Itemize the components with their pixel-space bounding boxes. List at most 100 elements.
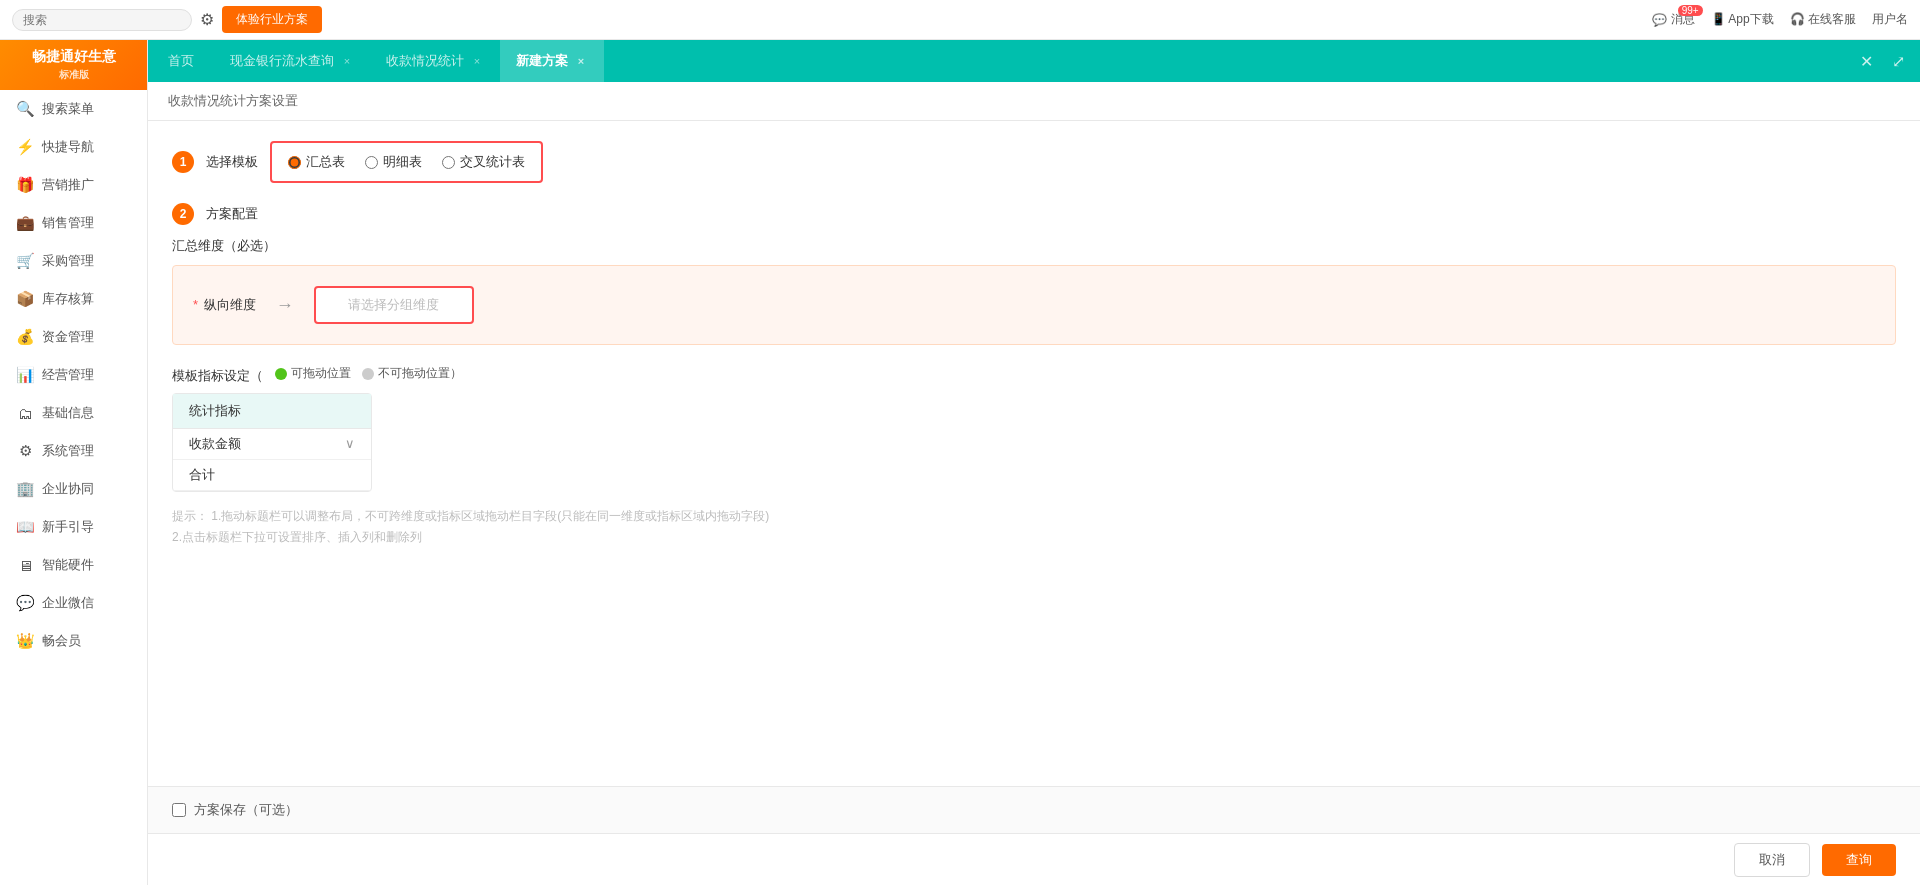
sidebar-item-finance[interactable]: 💰 资金管理: [0, 318, 147, 356]
stat-label: 统计指标: [189, 403, 241, 418]
unmovable-dot: [362, 368, 374, 380]
sidebar-item-basic-info[interactable]: 🗂 基础信息: [0, 394, 147, 432]
tab-home[interactable]: 首页: [148, 40, 214, 82]
tab-bar-actions: ✕ ⤢: [1852, 40, 1920, 82]
main-layout: 畅捷通好生意 标准版 🔍 搜索菜单 ⚡ 快捷导航 🎁 营销推广 💼 销售管理 🛒…: [0, 40, 1920, 885]
tab-new-plan-label: 新建方案: [516, 52, 568, 70]
step1-label: 选择模板: [206, 153, 258, 171]
sidebar-item-quick-nav[interactable]: ⚡ 快捷导航: [0, 128, 147, 166]
marketing-icon: 🎁: [16, 176, 34, 194]
industry-btn[interactable]: 体验行业方案: [222, 6, 322, 33]
tab-new-plan-close[interactable]: ×: [574, 54, 588, 68]
sidebar-label: 营销推广: [42, 176, 94, 194]
tab-home-label: 首页: [168, 52, 194, 70]
sidebar-label: 企业协同: [42, 480, 94, 498]
sidebar-label: 搜索菜单: [42, 100, 94, 118]
tab-maximize-icon[interactable]: ⤢: [1884, 47, 1912, 75]
tab-bank-flow[interactable]: 现金银行流水查询 ×: [214, 40, 370, 82]
sidebar-item-enterprise[interactable]: 🏢 企业协同: [0, 470, 147, 508]
sidebar-item-sales[interactable]: 💼 销售管理: [0, 204, 147, 242]
dim-placeholder: 请选择分组维度: [348, 297, 439, 312]
dimension-section: 汇总维度（必选） * 纵向维度 → 请选择分组维度: [172, 237, 1896, 345]
settings-icon[interactable]: ⚙: [200, 10, 214, 29]
metrics-header: 统计指标: [173, 394, 371, 429]
amount-col-label: 收款金额: [189, 435, 241, 453]
quick-nav-icon: ⚡: [16, 138, 34, 156]
cancel-button[interactable]: 取消: [1734, 843, 1810, 877]
member-icon: 👑: [16, 632, 34, 650]
template-selection: 汇总表 明细表 交叉统计表: [270, 141, 543, 183]
radio-cross[interactable]: 交叉统计表: [442, 153, 525, 171]
tab-close-window-icon[interactable]: ✕: [1852, 47, 1880, 75]
sidebar-item-operations[interactable]: 📊 经营管理: [0, 356, 147, 394]
hint-row-1: 提示： 1.拖动标题栏可以调整布局，不可跨维度或指标区域拖动栏目字段(只能在同一…: [172, 508, 1896, 525]
tab-collection-stat-label: 收款情况统计: [386, 52, 464, 70]
page-breadcrumb: 收款情况统计方案设置: [148, 82, 1920, 121]
guide-icon: 📖: [16, 518, 34, 536]
sidebar-item-member[interactable]: 👑 畅会员: [0, 622, 147, 660]
dimension-title: 汇总维度（必选）: [172, 237, 1896, 255]
radio-summary[interactable]: 汇总表: [288, 153, 345, 171]
step2-label: 方案配置: [206, 205, 258, 223]
sidebar-item-purchase[interactable]: 🛒 采购管理: [0, 242, 147, 280]
sidebar-label: 系统管理: [42, 442, 94, 460]
hint-row-2: 2.点击标题栏下拉可设置排序、插入列和删除列: [172, 529, 1896, 546]
radio-summary-input[interactable]: [288, 156, 301, 169]
download-area[interactable]: 📱 App下载: [1711, 11, 1774, 28]
tab-collection-stat-close[interactable]: ×: [470, 54, 484, 68]
radio-group: 汇总表 明细表 交叉统计表: [288, 153, 525, 171]
movable-label: 可拖动位置: [291, 365, 351, 382]
tab-bank-flow-close[interactable]: ×: [340, 54, 354, 68]
sidebar: 畅捷通好生意 标准版 🔍 搜索菜单 ⚡ 快捷导航 🎁 营销推广 💼 销售管理 🛒…: [0, 40, 148, 885]
radio-summary-label: 汇总表: [306, 153, 345, 171]
tab-collection-stat[interactable]: 收款情况统计 ×: [370, 40, 500, 82]
query-button[interactable]: 查询: [1822, 844, 1896, 876]
sales-icon: 💼: [16, 214, 34, 232]
sidebar-label: 资金管理: [42, 328, 94, 346]
top-bar-left: ⚙ 体验行业方案: [12, 6, 322, 33]
purchase-icon: 🛒: [16, 252, 34, 270]
sidebar-item-wechat[interactable]: 💬 企业微信: [0, 584, 147, 622]
tab-new-plan[interactable]: 新建方案 ×: [500, 40, 604, 82]
sidebar-label: 畅会员: [42, 632, 81, 650]
sidebar-item-marketing[interactable]: 🎁 营销推广: [0, 166, 147, 204]
user-area[interactable]: 用户名: [1872, 11, 1908, 28]
save-checkbox[interactable]: [172, 803, 186, 817]
metrics-config-label: 模板指标设定（ 可拖动位置 不可拖动位置）: [172, 365, 1896, 385]
sidebar-item-search-menu[interactable]: 🔍 搜索菜单: [0, 90, 147, 128]
system-icon: ⚙: [16, 442, 34, 460]
sidebar-item-inventory[interactable]: 📦 库存核算: [0, 280, 147, 318]
hints-area: 提示： 1.拖动标题栏可以调整布局，不可跨维度或指标区域拖动栏目字段(只能在同一…: [172, 508, 1896, 546]
metrics-table: 统计指标 收款金额 ∨ 合计: [172, 393, 372, 492]
page-content: 收款情况统计方案设置 1 选择模板 汇总表: [148, 82, 1920, 833]
unmovable-label: 不可拖动位置）: [378, 365, 462, 382]
notification-area[interactable]: 💬 消息 99+: [1652, 11, 1695, 28]
metrics-row-total: 合计: [173, 460, 371, 491]
radio-detail-label: 明细表: [383, 153, 422, 171]
hardware-icon: 🖥: [16, 557, 34, 574]
sidebar-label: 经营管理: [42, 366, 94, 384]
metrics-section: 模板指标设定（ 可拖动位置 不可拖动位置） 统计指标: [172, 365, 1896, 492]
metrics-row-amount[interactable]: 收款金额 ∨: [173, 429, 371, 460]
sidebar-item-guide[interactable]: 📖 新手引导: [0, 508, 147, 546]
radio-cross-input[interactable]: [442, 156, 455, 169]
sidebar-item-hardware[interactable]: 🖥 智能硬件: [0, 546, 147, 584]
notification-count: 99+: [1678, 5, 1703, 16]
logo-sub: 标准版: [32, 68, 116, 82]
dim-select-box[interactable]: 请选择分组维度: [314, 286, 474, 324]
amount-dropdown-icon[interactable]: ∨: [345, 436, 355, 451]
search-input[interactable]: [12, 9, 192, 31]
movable-dot: [275, 368, 287, 380]
dimension-area: * 纵向维度 → 请选择分组维度: [172, 265, 1896, 345]
sidebar-item-system[interactable]: ⚙ 系统管理: [0, 432, 147, 470]
sidebar-label: 销售管理: [42, 214, 94, 232]
support-area[interactable]: 🎧 在线客服: [1790, 11, 1856, 28]
inventory-icon: 📦: [16, 290, 34, 308]
movable-badge: 可拖动位置: [275, 365, 351, 382]
sidebar-label: 基础信息: [42, 404, 94, 422]
radio-detail[interactable]: 明细表: [365, 153, 422, 171]
radio-detail-input[interactable]: [365, 156, 378, 169]
support-icon: 🎧: [1790, 12, 1805, 26]
save-label: 方案保存（可选）: [194, 801, 298, 819]
step1-num: 1: [172, 151, 194, 173]
